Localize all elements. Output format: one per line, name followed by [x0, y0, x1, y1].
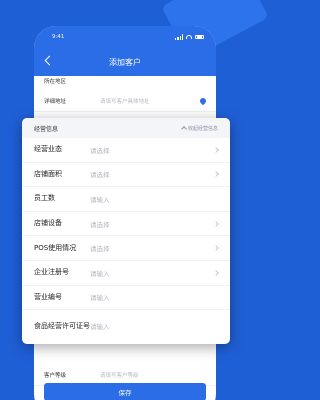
region-label: 所在地区 [44, 79, 67, 85]
field-label: 营业编号 [34, 292, 62, 301]
address-label: 详细地址 [44, 98, 67, 105]
field-row-pos-usage[interactable]: POS使用情况 请选择 [22, 236, 230, 261]
field-value[interactable]: 请选择 [90, 219, 214, 229]
field-row-employee-count[interactable]: 员工数 请输入 [22, 187, 230, 212]
chevron-right-icon [213, 220, 219, 227]
collapse-label: 收起经营信息 [187, 125, 218, 132]
field-row-business-no[interactable]: 营业编号 请输入 [22, 286, 230, 311]
field-label: 企业注册号 [34, 268, 69, 277]
field-value[interactable]: 请输入 [90, 321, 218, 331]
status-icons [175, 34, 204, 40]
business-panel-title: 经营信息 [34, 125, 59, 133]
caret-up-icon [181, 126, 187, 132]
wifi-icon [186, 35, 192, 39]
address-input[interactable]: 请填写客户具体地址 [100, 97, 200, 105]
nav-bar: 添加客户 [34, 48, 216, 76]
field-value[interactable]: 请输入 [90, 268, 214, 278]
field-value[interactable]: 请选择 [90, 169, 214, 179]
collapse-business-button[interactable]: 收起经营信息 [181, 125, 218, 132]
field-label: POS使用情况 [34, 243, 77, 252]
region-row[interactable]: 所在地区 [34, 76, 216, 90]
field-label: 员工数 [34, 194, 55, 203]
field-row-store-area[interactable]: 店铺面积 请选择 [22, 163, 230, 188]
field-value[interactable]: 请选择 [90, 145, 214, 155]
business-info-panel: 经营信息 收起经营信息 经营业态 请选择 店铺面积 请选择 员工数 请输入 店铺… [22, 118, 230, 344]
location-pin-icon[interactable] [198, 96, 208, 105]
business-field-list: 经营业态 请选择 店铺面积 请选择 员工数 请输入 店铺设备 请选择 POS使用… [22, 138, 230, 342]
signal-icon [175, 34, 183, 40]
field-value[interactable]: 请输入 [90, 194, 218, 204]
back-arrow-icon[interactable] [44, 55, 55, 66]
field-label: 店铺设备 [34, 219, 62, 228]
field-value[interactable]: 请输入 [90, 292, 218, 302]
field-row-store-equipment[interactable]: 店铺设备 请选择 [22, 212, 230, 237]
save-button[interactable]: 保存 [44, 383, 206, 400]
business-panel-header: 经营信息 收起经营信息 [22, 118, 230, 138]
chevron-right-icon [213, 171, 219, 178]
field-value[interactable]: 请选择 [90, 243, 214, 253]
chevron-right-icon [213, 269, 219, 276]
customer-level-label: 客户等级 [44, 372, 67, 379]
address-row[interactable]: 详细地址 请填写客户具体地址 [34, 90, 216, 112]
field-label: 店铺面积 [34, 169, 62, 178]
field-label: 食品经营许可证号 [34, 321, 90, 330]
customer-level-input[interactable]: 请填写客户等级 [100, 371, 206, 379]
status-time: 9:41 [52, 34, 65, 40]
field-row-food-license-no[interactable]: 食品经营许可证号 请输入 [22, 310, 230, 342]
page-title: 添加客户 [109, 57, 141, 67]
app-header: 9:41 添加客户 [34, 26, 216, 76]
field-row-company-reg-no[interactable]: 企业注册号 请输入 [22, 261, 230, 286]
field-row-business-type[interactable]: 经营业态 请选择 [22, 138, 230, 163]
status-bar: 9:41 [34, 26, 216, 48]
battery-icon [195, 34, 204, 40]
field-label: 经营业态 [34, 145, 62, 154]
chevron-right-icon [213, 146, 219, 153]
chevron-right-icon [213, 245, 219, 252]
